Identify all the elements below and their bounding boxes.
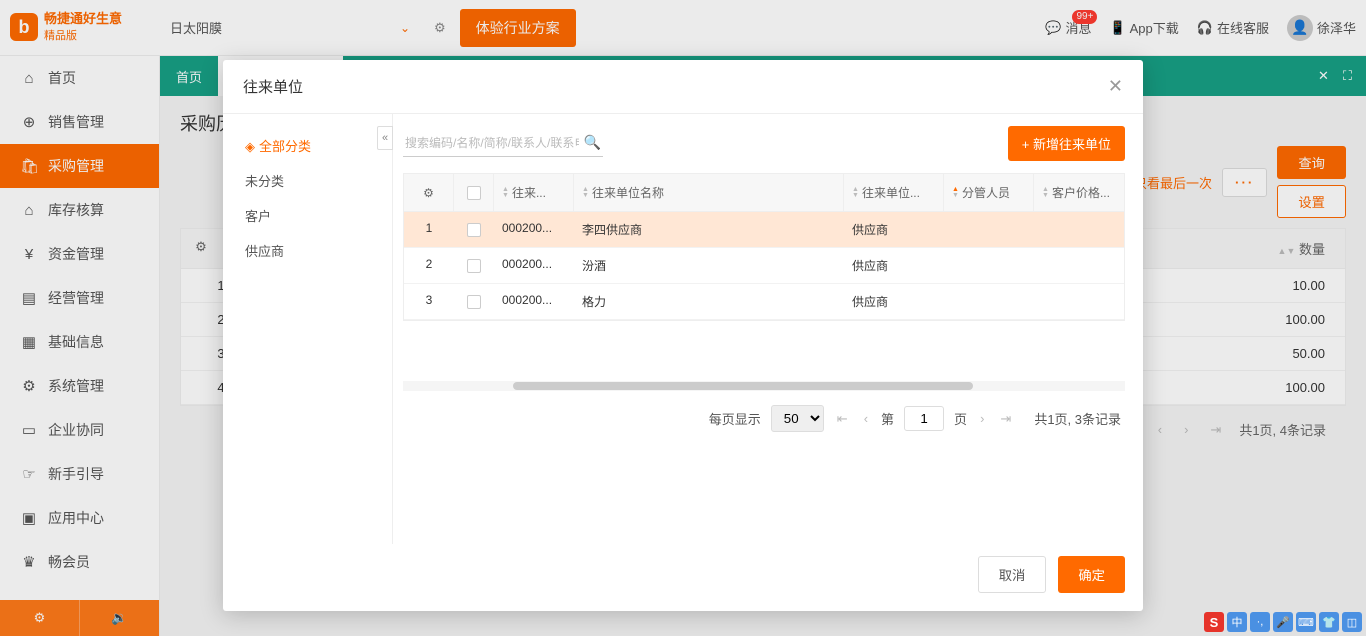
h-scrollbar[interactable] xyxy=(403,381,1125,391)
ime-lang-icon[interactable]: 中 xyxy=(1227,612,1247,632)
cat-customer[interactable]: 客户 xyxy=(223,198,392,233)
row-checkbox[interactable] xyxy=(467,295,481,309)
partner-table-header: ⚙ ▲▼往来... ▲▼往来单位名称 ▲▼往来单位... ▲▼分管人员 ▲▼客户… xyxy=(404,174,1124,212)
ime-brand-icon[interactable]: S xyxy=(1204,612,1224,632)
modal-footer: 取消 确定 xyxy=(223,544,1143,611)
row-checkbox[interactable] xyxy=(467,223,481,237)
ok-button[interactable]: 确定 xyxy=(1058,556,1125,593)
close-icon[interactable]: ✕ xyxy=(1108,76,1123,97)
pager-summary: 共1页, 3条记录 xyxy=(1034,409,1121,428)
partner-table: ⚙ ▲▼往来... ▲▼往来单位名称 ▲▼往来单位... ▲▼分管人员 ▲▼客户… xyxy=(403,173,1125,321)
col-code[interactable]: ▲▼往来... xyxy=(494,174,574,211)
cat-uncategorized[interactable]: 未分类 xyxy=(223,163,392,198)
per-page-select[interactable]: 50 xyxy=(771,405,824,432)
search-row: 🔍 + 新增往来单位 xyxy=(403,126,1125,161)
row-checkbox[interactable] xyxy=(467,259,481,273)
cat-supplier[interactable]: 供应商 xyxy=(223,233,392,268)
modal-title: 往来单位 xyxy=(243,76,303,97)
pager-last-icon[interactable]: ⇥ xyxy=(997,411,1014,427)
pager-next-icon[interactable]: › xyxy=(977,411,987,426)
cat-all[interactable]: ◈全部分类 xyxy=(223,128,392,163)
page-input[interactable] xyxy=(904,406,944,431)
search-input[interactable] xyxy=(403,130,603,157)
gear-icon[interactable]: ⚙ xyxy=(404,174,454,211)
modal-body: « ◈全部分类 未分类 客户 供应商 🔍 + 新增往来单位 ⚙ ▲▼往来... … xyxy=(223,114,1143,544)
ime-punct-icon[interactable]: ·, xyxy=(1250,612,1270,632)
partner-modal: 往来单位 ✕ « ◈全部分类 未分类 客户 供应商 🔍 + 新增往来单位 ⚙ xyxy=(223,60,1143,611)
col-name[interactable]: ▲▼往来单位名称 xyxy=(574,174,844,211)
collapse-icon[interactable]: « xyxy=(377,126,393,150)
modal-main: 🔍 + 新增往来单位 ⚙ ▲▼往来... ▲▼往来单位名称 ▲▼往来单位... … xyxy=(393,114,1143,544)
col-price[interactable]: ▲▼客户价格... xyxy=(1034,174,1124,211)
add-partner-button[interactable]: + 新增往来单位 xyxy=(1008,126,1125,161)
pager-prev-icon[interactable]: ‹ xyxy=(861,411,871,426)
modal-header: 往来单位 ✕ xyxy=(223,60,1143,114)
search-box: 🔍 xyxy=(403,130,603,157)
col-check-all[interactable] xyxy=(454,174,494,211)
ime-skin-icon[interactable]: 👕 xyxy=(1319,612,1339,632)
ime-dock: S 中 ·, 🎤 ⌨ 👕 ◫ xyxy=(1204,612,1362,632)
table-row[interactable]: 1 000200... 李四供应商 供应商 xyxy=(404,212,1124,248)
col-person[interactable]: ▲▼分管人员 xyxy=(944,174,1034,211)
table-row[interactable]: 2 000200... 汾酒 供应商 xyxy=(404,248,1124,284)
col-type[interactable]: ▲▼往来单位... xyxy=(844,174,944,211)
pager-first-icon[interactable]: ⇤ xyxy=(834,411,851,427)
table-row[interactable]: 3 000200... 格力 供应商 xyxy=(404,284,1124,320)
ime-keyboard-icon[interactable]: ⌨ xyxy=(1296,612,1316,632)
modal-pager: 每页显示 50 ⇤ ‹ 第 页 › ⇥ 共1页, 3条记录 xyxy=(403,391,1125,446)
category-panel: « ◈全部分类 未分类 客户 供应商 xyxy=(223,114,393,544)
ime-toolbox-icon[interactable]: ◫ xyxy=(1342,612,1362,632)
scrollbar-thumb[interactable] xyxy=(513,382,973,390)
cancel-button[interactable]: 取消 xyxy=(978,556,1047,593)
ime-mic-icon[interactable]: 🎤 xyxy=(1273,612,1293,632)
per-page-label: 每页显示 xyxy=(709,409,761,428)
search-icon[interactable]: 🔍 xyxy=(584,134,601,151)
